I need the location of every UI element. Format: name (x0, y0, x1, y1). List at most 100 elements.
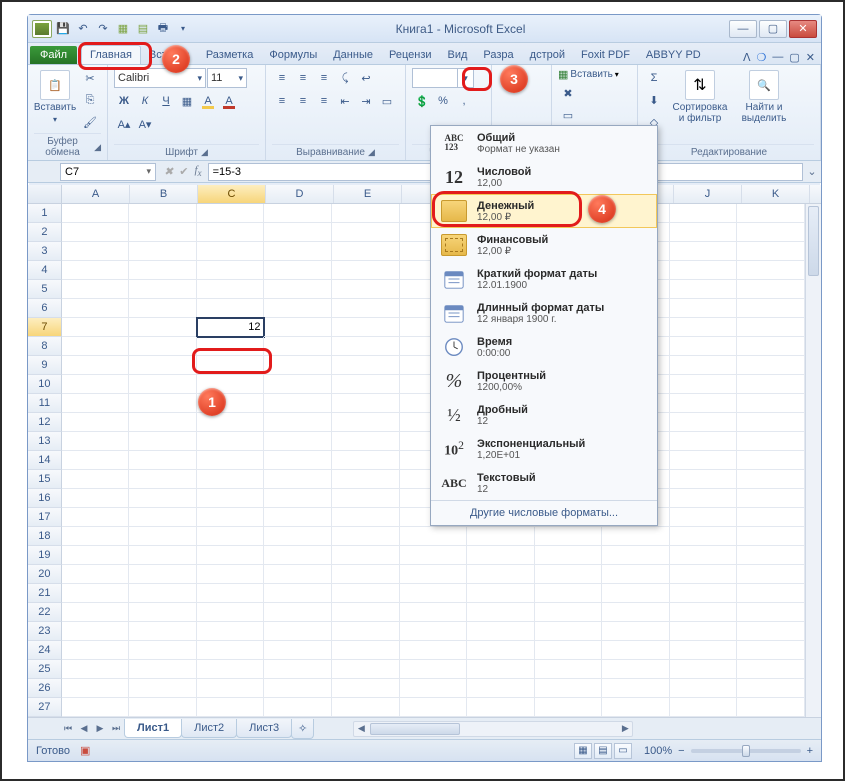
row-header[interactable]: 19 (28, 546, 62, 565)
minimize-button[interactable]: — (729, 20, 757, 38)
cell[interactable] (737, 280, 805, 299)
cell[interactable] (62, 565, 130, 584)
cell[interactable] (332, 660, 400, 679)
cell[interactable] (400, 546, 468, 565)
cell[interactable] (129, 489, 197, 508)
underline-button[interactable]: Ч (156, 91, 176, 111)
cell[interactable] (197, 622, 265, 641)
cell[interactable] (670, 223, 738, 242)
cell[interactable] (62, 280, 130, 299)
number-format-item[interactable]: Длинный формат даты12 января 1900 г. (431, 296, 657, 330)
tab-dev[interactable]: Разра (475, 46, 521, 64)
cell[interactable] (670, 280, 738, 299)
cell[interactable] (264, 508, 332, 527)
qat-icon[interactable]: ▦ (114, 20, 132, 38)
cell[interactable] (332, 603, 400, 622)
column-header[interactable]: K (742, 185, 810, 203)
align-top-icon[interactable]: ≡ (272, 68, 292, 88)
launcher-icon[interactable]: ◢ (201, 147, 208, 158)
macro-record-icon[interactable]: ▣ (80, 744, 90, 757)
row-header[interactable]: 16 (28, 489, 62, 508)
orientation-icon[interactable]: ⤹ (335, 68, 355, 88)
cell[interactable] (332, 508, 400, 527)
cell[interactable] (197, 565, 265, 584)
cell[interactable] (535, 584, 603, 603)
view-layout-icon[interactable]: ▤ (594, 743, 612, 759)
cell[interactable] (62, 698, 130, 717)
cell[interactable] (535, 565, 603, 584)
row-header[interactable]: 8 (28, 337, 62, 356)
cell[interactable] (535, 603, 603, 622)
cell[interactable] (737, 470, 805, 489)
cell[interactable] (197, 470, 265, 489)
cell[interactable] (264, 622, 332, 641)
tab-view[interactable]: Вид (440, 46, 476, 64)
cell[interactable] (197, 261, 265, 280)
cell[interactable] (400, 679, 468, 698)
view-pagebreak-icon[interactable]: ▭ (614, 743, 632, 759)
cell[interactable] (129, 584, 197, 603)
font-family-combo[interactable]: Calibri▾ (114, 68, 206, 88)
cell[interactable] (129, 356, 197, 375)
cell[interactable] (197, 223, 265, 242)
row-header[interactable]: 20 (28, 565, 62, 584)
cell[interactable] (332, 641, 400, 660)
cell[interactable] (400, 641, 468, 660)
cell[interactable] (737, 584, 805, 603)
cell[interactable] (129, 565, 197, 584)
cell[interactable] (129, 242, 197, 261)
cell[interactable] (332, 337, 400, 356)
row-header[interactable]: 27 (28, 698, 62, 717)
cell[interactable] (129, 622, 197, 641)
row-header[interactable]: 22 (28, 603, 62, 622)
indent-inc-icon[interactable]: ⇥ (356, 91, 376, 111)
cell[interactable] (400, 603, 468, 622)
cell[interactable] (737, 432, 805, 451)
cell[interactable] (670, 413, 738, 432)
cell[interactable] (197, 451, 265, 470)
cell[interactable] (332, 223, 400, 242)
cell[interactable] (264, 679, 332, 698)
cell[interactable] (62, 527, 130, 546)
help-icon[interactable]: ❍ (757, 51, 767, 64)
paste-button[interactable]: 📋 Вставить ▾ (34, 68, 76, 126)
expand-fxbar-icon[interactable]: ⌄ (803, 165, 821, 178)
column-header[interactable]: D (266, 185, 334, 203)
number-format-item[interactable]: %Процентный1200,00% (431, 364, 657, 398)
cell[interactable] (264, 299, 332, 318)
cell[interactable] (737, 204, 805, 223)
row-header[interactable]: 25 (28, 660, 62, 679)
cell[interactable] (332, 299, 400, 318)
cell[interactable] (737, 242, 805, 261)
percent-icon[interactable]: % (433, 91, 453, 111)
cell[interactable] (737, 318, 805, 337)
cell[interactable] (467, 679, 535, 698)
cell[interactable] (129, 337, 197, 356)
cell[interactable] (670, 261, 738, 280)
cell[interactable] (264, 603, 332, 622)
cell[interactable] (197, 242, 265, 261)
cell[interactable] (62, 242, 130, 261)
sort-filter-button[interactable]: ⇅ Сортировка и фильтр (670, 68, 730, 126)
cell[interactable] (602, 565, 670, 584)
cell[interactable] (737, 394, 805, 413)
cell[interactable] (129, 318, 197, 337)
copy-icon[interactable]: ⎘ (80, 90, 100, 110)
wrap-text-icon[interactable]: ↩ (356, 68, 376, 88)
cell[interactable] (737, 489, 805, 508)
cell[interactable] (62, 641, 130, 660)
row-header[interactable]: 6 (28, 299, 62, 318)
cell[interactable] (129, 280, 197, 299)
cell[interactable] (264, 223, 332, 242)
cell[interactable] (264, 470, 332, 489)
cell[interactable] (400, 660, 468, 679)
cell[interactable] (670, 318, 738, 337)
cell[interactable] (129, 261, 197, 280)
column-header[interactable]: E (334, 185, 402, 203)
cell[interactable] (197, 337, 265, 356)
select-all-corner[interactable] (28, 185, 62, 203)
cell[interactable] (332, 622, 400, 641)
row-header[interactable]: 18 (28, 527, 62, 546)
fill-color-button[interactable]: A (198, 91, 218, 111)
delete-cells-icon[interactable]: ✖ (558, 83, 578, 103)
